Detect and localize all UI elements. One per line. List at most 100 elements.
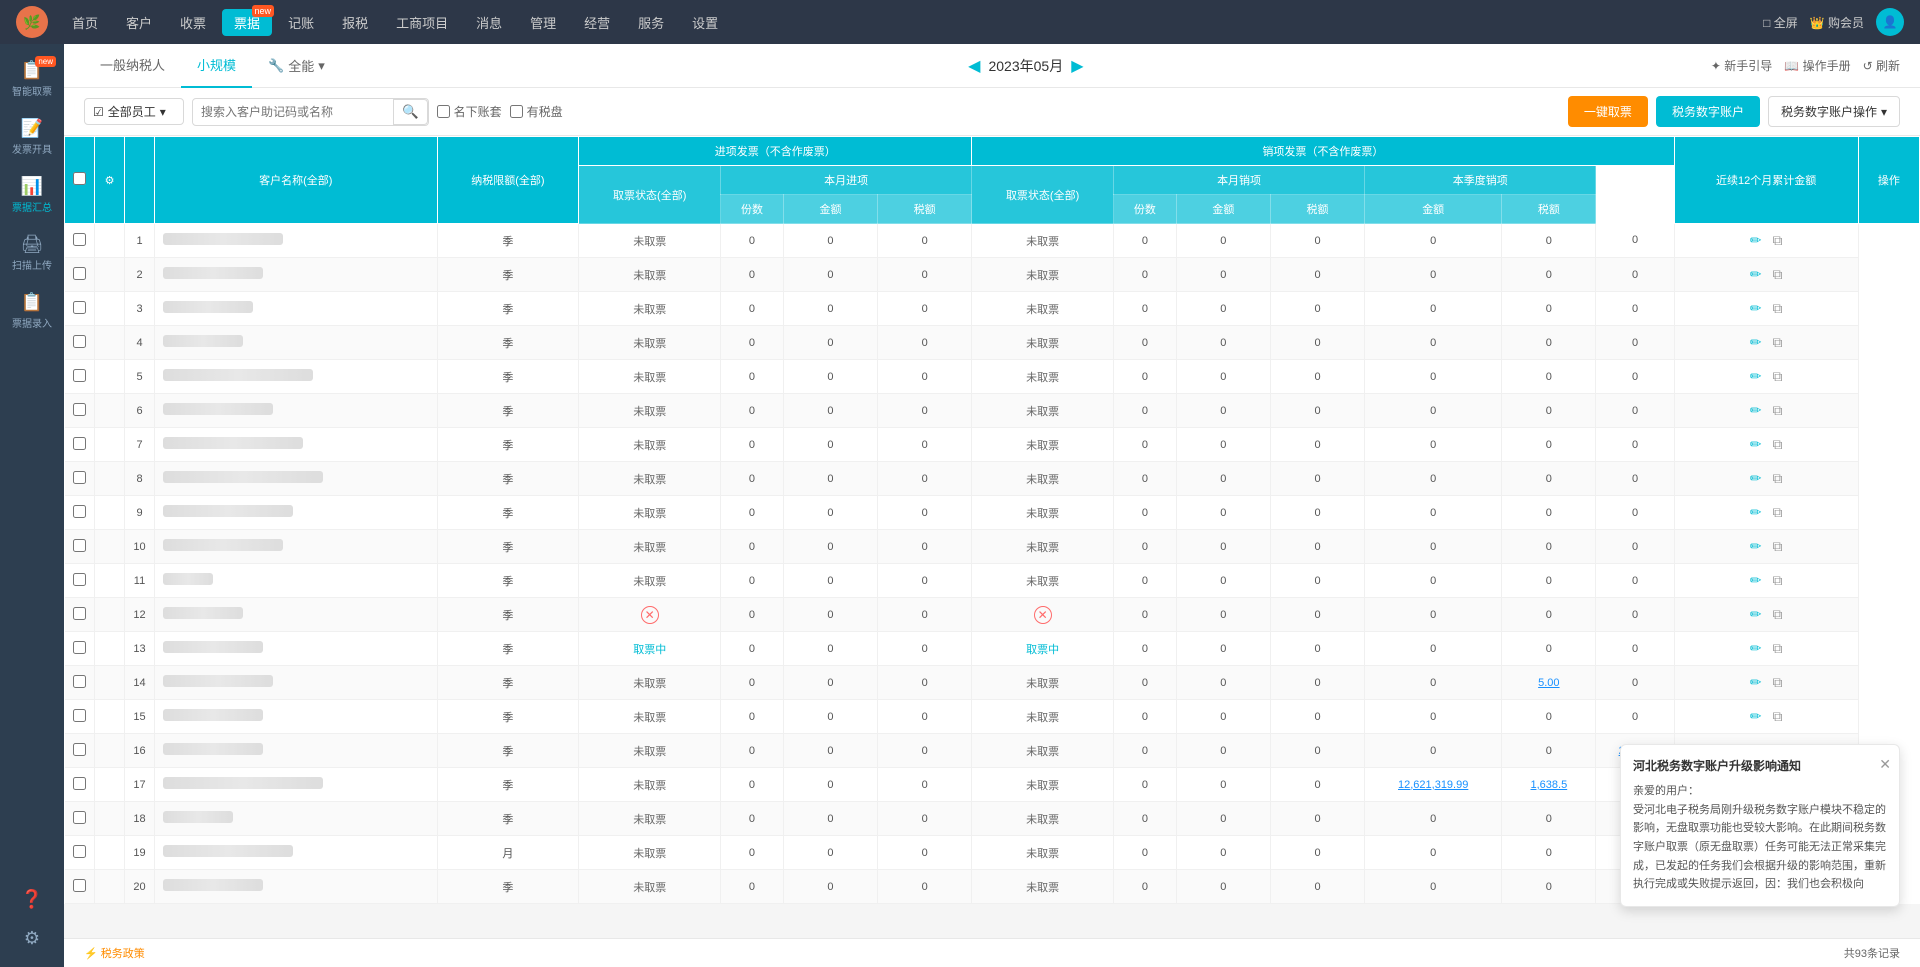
copy-btn[interactable]: ⧉	[1769, 230, 1787, 251]
edit-btn[interactable]: ✏	[1746, 502, 1766, 523]
sidebar-help[interactable]: ❓	[4, 881, 60, 920]
edit-btn[interactable]: ✏	[1746, 468, 1766, 489]
select-all-checkbox[interactable]	[73, 172, 86, 185]
copy-btn[interactable]: ⧉	[1769, 706, 1787, 727]
edit-btn[interactable]: ✏	[1746, 230, 1766, 251]
row-checkbox[interactable]	[73, 335, 86, 348]
copy-btn[interactable]: ⧉	[1769, 536, 1787, 557]
nav-customer[interactable]: 客户	[114, 9, 164, 36]
sub-ledger-checkbox[interactable]	[437, 105, 450, 118]
has-tax-checkbox-label[interactable]: 有税盘	[510, 103, 563, 120]
col-output-status-header[interactable]: 取票状态(全部)	[972, 166, 1114, 224]
row-checkbox[interactable]	[73, 539, 86, 552]
copy-btn[interactable]: ⧉	[1769, 638, 1787, 659]
tax-digital-ops-btn[interactable]: 税务数字账户操作 ▾	[1768, 96, 1900, 127]
copy-btn[interactable]: ⧉	[1769, 366, 1787, 387]
nav-service[interactable]: 服务	[626, 9, 676, 36]
sr-tax[interactable]: 1,638.5	[1530, 779, 1567, 791]
search-input[interactable]	[193, 101, 393, 123]
fullscreen-btn[interactable]: □ 全屏	[1763, 14, 1798, 31]
sr-amount[interactable]: 12,621,319.99	[1398, 779, 1468, 791]
edit-btn[interactable]: ✏	[1746, 672, 1766, 693]
prev-month-btn[interactable]: ◀	[968, 56, 980, 76]
search-button[interactable]: 🔍	[393, 99, 428, 125]
member-btn[interactable]: 👑 购会员	[1810, 14, 1864, 31]
row-checkbox[interactable]	[73, 811, 86, 824]
new-guide-btn[interactable]: ✦ 新手引导	[1711, 57, 1772, 74]
nav-home[interactable]: 首页	[60, 9, 110, 36]
copy-btn[interactable]: ⧉	[1769, 468, 1787, 489]
tab-general[interactable]: 一般纳税人	[84, 44, 181, 88]
copy-btn[interactable]: ⧉	[1769, 604, 1787, 625]
nav-manage[interactable]: 管理	[518, 9, 568, 36]
nav-accounting[interactable]: 记账	[276, 9, 326, 36]
nav-invoice[interactable]: 票据 new	[222, 9, 272, 36]
edit-btn[interactable]: ✏	[1746, 706, 1766, 727]
row-checkbox[interactable]	[73, 709, 86, 722]
has-tax-checkbox[interactable]	[510, 105, 523, 118]
sub-ledger-checkbox-label[interactable]: 名下账套	[437, 103, 502, 120]
edit-btn[interactable]: ✏	[1746, 400, 1766, 421]
row-checkbox[interactable]	[73, 743, 86, 756]
col-quota-header[interactable]: 纳税限额(全部)	[437, 137, 579, 224]
sidebar-item-issue-invoice[interactable]: 📝 发票开具	[4, 110, 60, 164]
sr-tax[interactable]: 5.00	[1538, 677, 1559, 689]
manual-btn[interactable]: 📖 操作手册	[1784, 57, 1850, 74]
copy-btn[interactable]: ⧉	[1769, 570, 1787, 591]
nav-message[interactable]: 消息	[464, 9, 514, 36]
sidebar-settings[interactable]: ⚙	[4, 920, 60, 959]
edit-btn[interactable]: ✏	[1746, 434, 1766, 455]
copy-btn[interactable]: ⧉	[1769, 400, 1787, 421]
tab-small[interactable]: 小规模	[181, 44, 252, 88]
nav-income[interactable]: 收票	[168, 9, 218, 36]
edit-btn[interactable]: ✏	[1746, 604, 1766, 625]
one-click-invoice-btn[interactable]: 一键取票	[1568, 96, 1648, 127]
col-customer-header[interactable]: 客户名称(全部)	[155, 137, 438, 224]
row-checkbox[interactable]	[73, 641, 86, 654]
copy-btn[interactable]: ⧉	[1769, 264, 1787, 285]
tab-all[interactable]: 🔧 全能 ▾	[252, 44, 341, 87]
edit-btn[interactable]: ✏	[1746, 638, 1766, 659]
copy-btn[interactable]: ⧉	[1769, 298, 1787, 319]
copy-btn[interactable]: ⧉	[1769, 332, 1787, 353]
tax-digital-btn[interactable]: 税务数字账户	[1656, 96, 1760, 127]
row-checkbox[interactable]	[73, 675, 86, 688]
edit-btn[interactable]: ✏	[1746, 570, 1766, 591]
copy-btn[interactable]: ⧉	[1769, 672, 1787, 693]
nav-business[interactable]: 工商项目	[384, 9, 460, 36]
row-checkbox[interactable]	[73, 301, 86, 314]
copy-btn[interactable]: ⧉	[1769, 502, 1787, 523]
tax-policy-link[interactable]: ⚡ 税务政策	[84, 945, 145, 961]
nav-operation[interactable]: 经营	[572, 9, 622, 36]
edit-btn[interactable]: ✏	[1746, 264, 1766, 285]
col-input-status-header[interactable]: 取票状态(全部)	[579, 166, 721, 224]
notice-close-btn[interactable]: ✕	[1879, 753, 1891, 775]
nav-tax[interactable]: 报税	[330, 9, 380, 36]
row-checkbox[interactable]	[73, 879, 86, 892]
sidebar-item-smart-invoice[interactable]: 📋 智能取票 new	[4, 52, 60, 106]
user-avatar[interactable]: 👤	[1876, 8, 1904, 36]
copy-btn[interactable]: ⧉	[1769, 434, 1787, 455]
table-settings-icon[interactable]: ⚙	[105, 175, 115, 187]
next-month-btn[interactable]: ▶	[1071, 56, 1083, 76]
sidebar-item-entry[interactable]: 📋 票据录入	[4, 284, 60, 338]
refresh-btn[interactable]: ↺ 刷新	[1863, 57, 1900, 74]
row-checkbox[interactable]	[73, 845, 86, 858]
nav-settings[interactable]: 设置	[680, 9, 730, 36]
sidebar-item-scan[interactable]: 🖨 扫描上传	[4, 226, 60, 280]
row-checkbox[interactable]	[73, 403, 86, 416]
edit-btn[interactable]: ✏	[1746, 366, 1766, 387]
sidebar-item-summary[interactable]: 📊 票据汇总	[4, 168, 60, 222]
row-checkbox[interactable]	[73, 471, 86, 484]
row-checkbox[interactable]	[73, 369, 86, 382]
row-checkbox[interactable]	[73, 233, 86, 246]
row-checkbox[interactable]	[73, 505, 86, 518]
row-checkbox[interactable]	[73, 437, 86, 450]
row-checkbox[interactable]	[73, 573, 86, 586]
edit-btn[interactable]: ✏	[1746, 536, 1766, 557]
edit-btn[interactable]: ✏	[1746, 332, 1766, 353]
row-checkbox[interactable]	[73, 267, 86, 280]
row-checkbox[interactable]	[73, 607, 86, 620]
employee-selector[interactable]: ☑ 全部员工 ▾	[84, 98, 184, 125]
row-checkbox[interactable]	[73, 777, 86, 790]
